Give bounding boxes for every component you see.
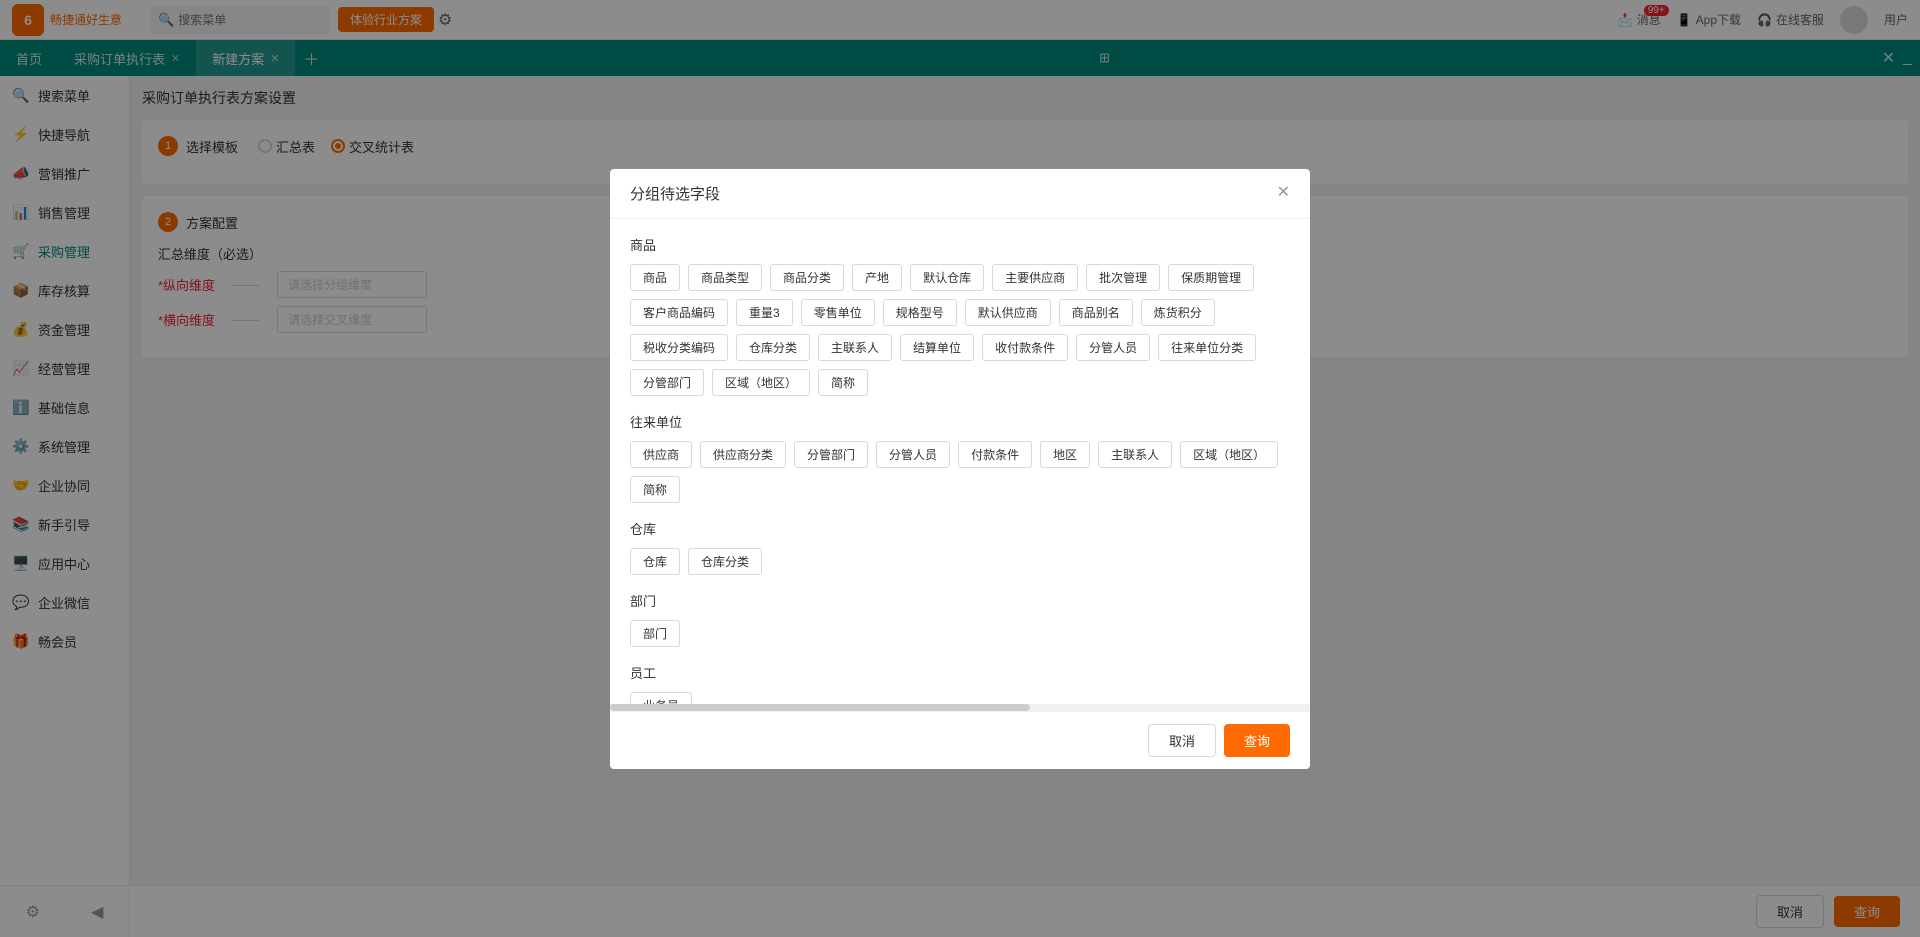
field-tag[interactable]: 主联系人	[818, 334, 892, 361]
department-fields: 部门	[630, 620, 1290, 647]
field-tag[interactable]: 简称	[818, 369, 868, 396]
section-customer: 往来单位 供应商 供应商分类 分管部门 分管人员 付款条件 地区 主联系人 区域…	[630, 412, 1290, 503]
field-tag[interactable]: 分管部门	[794, 441, 868, 468]
field-tag[interactable]: 区域（地区）	[1180, 441, 1278, 468]
cancel-button[interactable]: 取消	[1148, 724, 1216, 757]
field-tag[interactable]: 地区	[1040, 441, 1090, 468]
modal-title: 分组待选字段	[630, 183, 720, 204]
field-tag[interactable]: 商品	[630, 264, 680, 291]
section-department: 部门 部门	[630, 591, 1290, 647]
field-tag[interactable]: 分管部门	[630, 369, 704, 396]
field-tag[interactable]: 付款条件	[958, 441, 1032, 468]
field-tag[interactable]: 分管人员	[876, 441, 950, 468]
field-tag[interactable]: 区域（地区）	[712, 369, 810, 396]
field-tag[interactable]: 税收分类编码	[630, 334, 728, 361]
field-tag[interactable]: 主联系人	[1098, 441, 1172, 468]
field-selection-modal: 分组待选字段 ✕ 商品 商品 商品类型 商品分类 产地 默认仓库 主要供应商 批…	[610, 169, 1310, 769]
modal-overlay: 分组待选字段 ✕ 商品 商品 商品类型 商品分类 产地 默认仓库 主要供应商 批…	[0, 0, 1920, 937]
field-tag[interactable]: 供应商分类	[700, 441, 786, 468]
employee-fields: 业务员	[630, 692, 1290, 705]
field-tag[interactable]: 商品类型	[688, 264, 762, 291]
confirm-button[interactable]: 查询	[1224, 724, 1290, 757]
field-tag[interactable]: 默认供应商	[965, 299, 1051, 326]
field-tag[interactable]: 商品别名	[1059, 299, 1133, 326]
customer-fields: 供应商 供应商分类 分管部门 分管人员 付款条件 地区 主联系人 区域（地区） …	[630, 441, 1290, 503]
field-tag[interactable]: 炼货积分	[1141, 299, 1215, 326]
field-tag[interactable]: 客户商品编码	[630, 299, 728, 326]
field-tag[interactable]: 结算单位	[900, 334, 974, 361]
modal-body[interactable]: 商品 商品 商品类型 商品分类 产地 默认仓库 主要供应商 批次管理 保质期管理…	[610, 219, 1310, 705]
field-tag[interactable]: 仓库	[630, 548, 680, 575]
field-tag[interactable]: 重量3	[736, 299, 793, 326]
field-tag[interactable]: 往来单位分类	[1158, 334, 1256, 361]
modal-footer: 取消 查询	[610, 711, 1310, 769]
modal-hscroll[interactable]	[610, 704, 1310, 710]
field-tag[interactable]: 保质期管理	[1168, 264, 1254, 291]
field-tag[interactable]: 默认仓库	[910, 264, 984, 291]
field-tag[interactable]: 仓库分类	[736, 334, 810, 361]
field-tag[interactable]: 业务员	[630, 692, 692, 705]
field-tag[interactable]: 主要供应商	[992, 264, 1078, 291]
modal-header: 分组待选字段 ✕	[610, 169, 1310, 219]
field-tag[interactable]: 规格型号	[883, 299, 957, 326]
field-tag[interactable]: 简称	[630, 476, 680, 503]
hscroll-thumb	[610, 704, 1030, 710]
field-tag[interactable]: 部门	[630, 620, 680, 647]
field-tag[interactable]: 供应商	[630, 441, 692, 468]
modal-close-button[interactable]: ✕	[1277, 185, 1290, 201]
field-tag[interactable]: 零售单位	[801, 299, 875, 326]
field-tag[interactable]: 产地	[852, 264, 902, 291]
goods-fields: 商品 商品类型 商品分类 产地 默认仓库 主要供应商 批次管理 保质期管理 客户…	[630, 264, 1290, 396]
field-tag[interactable]: 批次管理	[1086, 264, 1160, 291]
section-warehouse: 仓库 仓库 仓库分类	[630, 519, 1290, 575]
warehouse-fields: 仓库 仓库分类	[630, 548, 1290, 575]
section-goods: 商品 商品 商品类型 商品分类 产地 默认仓库 主要供应商 批次管理 保质期管理…	[630, 235, 1290, 396]
field-tag[interactable]: 仓库分类	[688, 548, 762, 575]
field-tag[interactable]: 商品分类	[770, 264, 844, 291]
field-tag[interactable]: 分管人员	[1076, 334, 1150, 361]
field-tag[interactable]: 收付款条件	[982, 334, 1068, 361]
section-employee: 员工 业务员	[630, 663, 1290, 705]
